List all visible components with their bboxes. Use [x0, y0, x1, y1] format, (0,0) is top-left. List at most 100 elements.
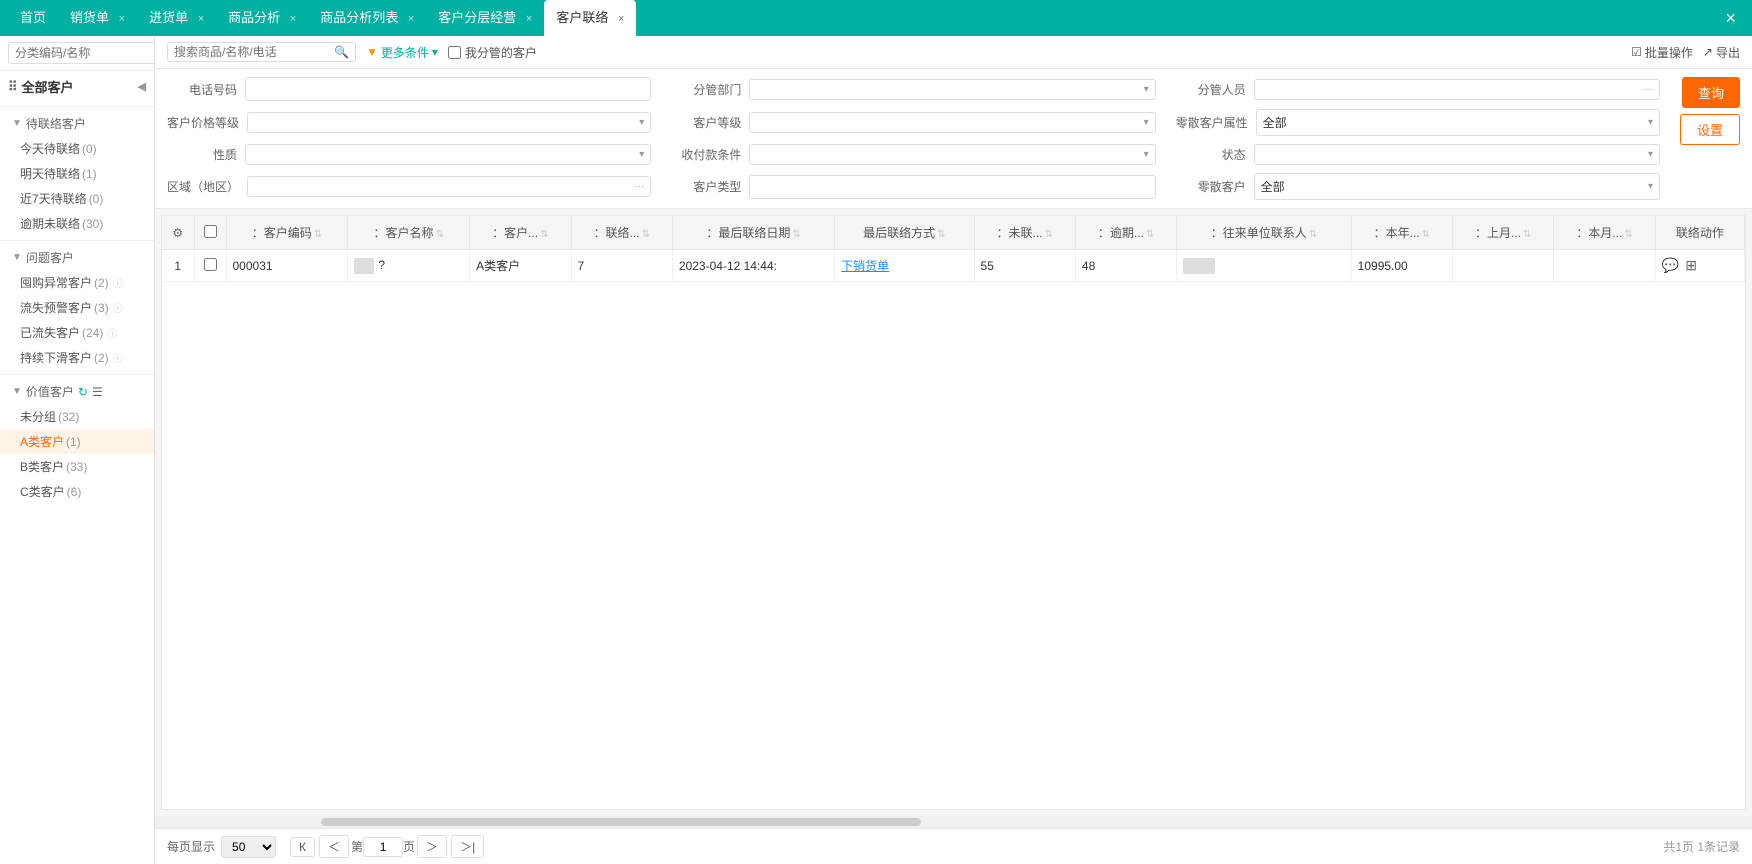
nav-customer-contact[interactable]: 客户联络 ×	[544, 0, 636, 36]
row-checkbox[interactable]	[204, 258, 217, 271]
nav-purchase[interactable]: 进货单 ×	[137, 0, 216, 36]
filter-nature-label: 性质	[167, 146, 237, 163]
group-problem-customers[interactable]: ▼ 问题客户	[0, 245, 154, 270]
group-value-label: 价值客户	[26, 383, 74, 400]
item-tomorrow-pending[interactable]: 明天待联络(1)	[0, 161, 154, 186]
item-class-a[interactable]: A类客户(1)	[0, 429, 154, 454]
sort-icon[interactable]: ⇅	[540, 229, 548, 240]
item-churn-warning[interactable]: 流失预警客户(3) ⓘ	[0, 295, 154, 320]
more-icon: ···	[1643, 84, 1653, 95]
filter-status-label: 状态	[1176, 146, 1246, 163]
item-ungrouped[interactable]: 未分组(32)	[0, 404, 154, 429]
settings-icon[interactable]: ☰	[92, 385, 103, 399]
nav-sales[interactable]: 销货单 ×	[58, 0, 137, 36]
sort-icon[interactable]: ⇅	[436, 229, 444, 240]
my-customer-checkbox-label[interactable]: 我分管的客户	[448, 44, 537, 61]
page-number-input[interactable]	[363, 837, 403, 857]
close-analysis-list-icon[interactable]: ×	[408, 13, 414, 25]
item-class-c[interactable]: C类客户(6)	[0, 479, 154, 504]
search-icon[interactable]: 🔍	[334, 45, 349, 59]
nav-home[interactable]: 首页	[8, 0, 58, 36]
close-analysis-icon[interactable]: ×	[290, 13, 296, 25]
my-customer-checkbox[interactable]	[448, 46, 461, 59]
group-value-customers[interactable]: ▼ 价值客户 ↻ ☰	[0, 379, 154, 404]
filter-customer-type-input[interactable]	[749, 175, 1155, 199]
sort-icon[interactable]: ⇅	[642, 229, 650, 240]
filter-retail-attr-select[interactable]: 全部 ▾	[1256, 109, 1660, 136]
select-all-checkbox[interactable]	[204, 225, 217, 238]
last-page-button[interactable]: ＞|	[451, 835, 484, 858]
item-7day-pending[interactable]: 近7天待联络(0)	[0, 186, 154, 211]
nav-customer-segment[interactable]: 客户分层经营 ×	[426, 0, 544, 36]
filter-region-label: 区域（地区）	[167, 178, 239, 195]
item-churned[interactable]: 已流失客户(24) ⓘ	[0, 320, 154, 345]
sort-icon[interactable]: ⇅	[1523, 229, 1531, 240]
first-page-button[interactable]: К	[290, 837, 315, 857]
filter-nature-select[interactable]: ▾	[245, 144, 651, 165]
sort-icon[interactable]: ⇅	[1146, 229, 1154, 240]
col-last-contact-method: 最后联络方式⇅	[835, 216, 974, 250]
sort-icon[interactable]: ⇅	[1624, 229, 1632, 240]
sort-icon[interactable]: ⇅	[1309, 229, 1317, 240]
sort-icon[interactable]: ⇅	[937, 229, 945, 240]
sidebar-search-input[interactable]	[8, 42, 155, 64]
col-label: ：客户名称	[374, 226, 434, 240]
sort-icon[interactable]: ⇅	[1422, 229, 1430, 240]
export-button[interactable]: ↗ 导出	[1703, 44, 1740, 61]
close-sales-icon[interactable]: ×	[119, 13, 125, 25]
chevron-down-icon: ▾	[1648, 117, 1653, 128]
col-last-month: ：上月...⇅	[1453, 216, 1554, 250]
col-label: 联络动作	[1676, 226, 1724, 240]
row-last-month	[1453, 250, 1554, 282]
sort-icon[interactable]: ⇅	[792, 229, 800, 240]
page-size-select[interactable]: 50 100 200	[221, 836, 276, 858]
setting-button[interactable]: 设置	[1680, 114, 1740, 145]
query-button[interactable]: 查询	[1682, 77, 1740, 108]
filter-customer-level-select[interactable]: ▾	[749, 112, 1155, 133]
filter-more-button[interactable]: ▼ 更多条件 ▾	[366, 44, 438, 61]
filter-region-select[interactable]: ···	[247, 176, 651, 197]
nav-analysis[interactable]: 商品分析 ×	[216, 0, 308, 36]
col-label: ：未联...	[997, 226, 1043, 240]
filter-customer-level: 客户等级 ▾	[671, 112, 1155, 133]
chat-icon[interactable]: 💬	[1662, 257, 1679, 274]
settings-icon[interactable]: ⚙	[172, 226, 183, 240]
filter-payment-select[interactable]: ▾	[749, 144, 1155, 165]
export-icon: ↗	[1703, 45, 1713, 59]
search-input[interactable]	[174, 45, 334, 59]
qr-icon[interactable]: ⊞	[1685, 257, 1697, 274]
item-overdue-pending[interactable]: 逾期未联络(30)	[0, 211, 154, 236]
table-row: 1 000031 ? A类客户 7 2023-04-12 14:44: 下销货单…	[162, 250, 1745, 282]
item-today-pending[interactable]: 今天待联络(0)	[0, 136, 154, 161]
close-segment-icon[interactable]: ×	[526, 13, 532, 25]
sort-icon[interactable]: ⇅	[1045, 229, 1053, 240]
filter-phone-input[interactable]	[245, 77, 651, 101]
h-scroll-thumb[interactable]	[321, 818, 921, 826]
filter-dept-select[interactable]: ▾	[749, 79, 1155, 100]
group-pending-contact[interactable]: ▼ 待联络客户	[0, 111, 154, 136]
prev-page-button[interactable]: ＜	[319, 835, 349, 858]
close-purchase-icon[interactable]: ×	[198, 13, 204, 25]
item-hoard-abnormal[interactable]: 囤购异常客户(2) ⓘ	[0, 270, 154, 295]
item-label: 流失预警客户	[20, 299, 92, 316]
item-declining[interactable]: 持续下滑客户(2) ⓘ	[0, 345, 154, 370]
filter-retail-customer-select[interactable]: 全部 ▾	[1254, 173, 1660, 200]
sidebar-collapse-icon[interactable]: ◀	[138, 80, 146, 93]
close-contact-icon[interactable]: ×	[618, 13, 624, 25]
item-class-b[interactable]: B类客户(33)	[0, 454, 154, 479]
next-page-button[interactable]: ＞	[417, 835, 447, 858]
filter-icon: ▼	[366, 45, 378, 59]
nav-analysis-list[interactable]: 商品分析列表 ×	[308, 0, 426, 36]
batch-op-button[interactable]: ☑ 批量操作	[1631, 44, 1693, 61]
refresh-icon[interactable]: ↻	[78, 385, 88, 399]
chevron-down-icon: ▾	[639, 149, 644, 160]
filter-price-level-select[interactable]: ▾	[247, 112, 651, 133]
filter-person-select[interactable]: ···	[1254, 79, 1660, 100]
contact-method-link[interactable]: 下销货单	[841, 259, 889, 273]
filter-status-select[interactable]: ▾	[1254, 144, 1660, 165]
page-label: 第	[351, 838, 363, 855]
sort-icon[interactable]: ⇅	[314, 229, 322, 240]
customer-table: ⚙ ：客户编码⇅ ：客户名称⇅ ：客户...⇅ ：联络...⇅ ：最后联络日期⇅…	[162, 216, 1745, 282]
sidebar-all-customers[interactable]: ⠿ 全部客户 ◀	[0, 71, 154, 102]
window-close-button[interactable]: ×	[1717, 8, 1744, 29]
